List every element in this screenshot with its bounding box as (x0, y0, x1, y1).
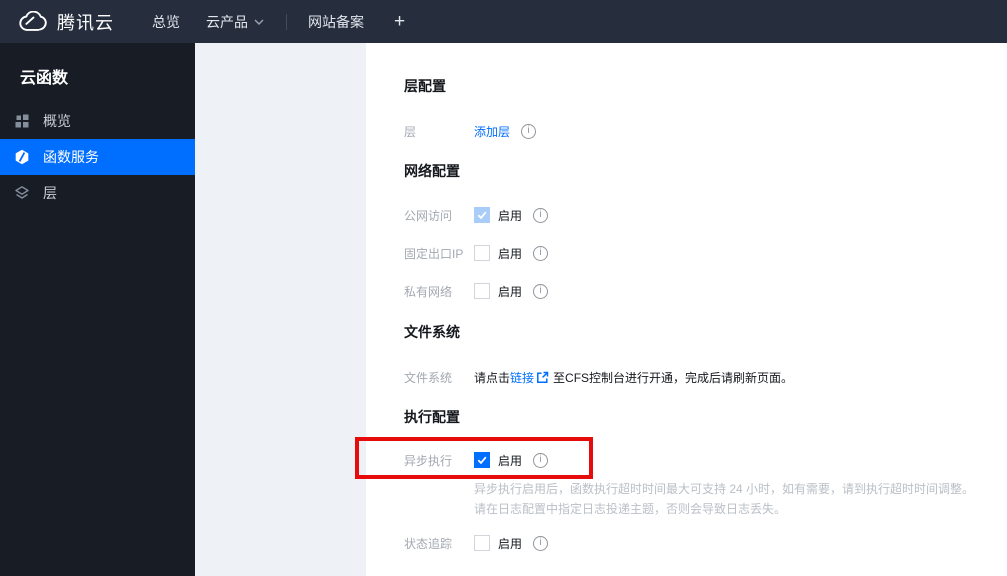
info-icon[interactable]: i (533, 245, 549, 261)
topnav-products[interactable]: 云产品 (206, 12, 264, 32)
sidebar: 云函数 概览 函数服务 层 (0, 43, 195, 576)
section-title-network-config: 网络配置 (404, 163, 460, 179)
filesystem-hint: 请点击 链接 至CFS控制台进行开通，完成后请刷新页面。 (474, 369, 793, 386)
form-row-public-access: 公网访问 启用 i (404, 205, 1007, 225)
info-icon[interactable]: i (533, 452, 549, 468)
info-icon[interactable]: i (533, 535, 549, 551)
enable-label: 启用 (498, 453, 523, 468)
row-label: 固定出口IP (404, 246, 464, 261)
help-line-2: 请在日志配置中指定日志投递主题，否则会导致日志丢失。 (474, 502, 787, 516)
external-link-icon (536, 371, 549, 384)
add-layer-link[interactable]: 添加层 (474, 123, 510, 140)
hint-text-after: 至CFS控制台进行开通，完成后请刷新页面。 (553, 370, 794, 385)
info-icon[interactable]: i (533, 207, 549, 223)
form-row-async-execution: 异步执行 启用 i (404, 450, 1007, 470)
enable-label: 启用 (498, 246, 523, 261)
grid-icon (14, 113, 30, 129)
form-row-fixed-ip: 固定出口IP 启用 i (404, 243, 1007, 263)
content-gutter (195, 43, 366, 576)
fixed-ip-checkbox[interactable] (474, 245, 490, 261)
add-tab-button[interactable]: + (394, 11, 405, 33)
enable-label: 启用 (498, 208, 523, 223)
status-trace-checkbox[interactable] (474, 535, 490, 551)
tencent-cloud-logo-icon[interactable] (18, 11, 48, 32)
form-row-filesystem: 文件系统 请点击 链接 至CFS控制台进行开通，完成后请刷新页面。 (404, 367, 1007, 387)
sidebar-item-label: 层 (43, 185, 57, 201)
sidebar-item-label: 概览 (43, 113, 71, 129)
async-execution-help: 异步执行启用后，函数执行超时时间最大可支持 24 小时，如有需要，请到执行超时时… (474, 479, 1007, 519)
function-icon (14, 149, 30, 165)
row-label: 公网访问 (404, 208, 453, 223)
sidebar-item-overview[interactable]: 概览 (0, 103, 195, 139)
sidebar-menu: 概览 函数服务 层 (0, 103, 195, 211)
layers-icon (14, 185, 30, 201)
topnav-overview[interactable]: 总览 (152, 12, 180, 32)
section-title-filesystem: 文件系统 (404, 324, 460, 340)
vpc-checkbox[interactable] (474, 283, 490, 299)
brand-title[interactable]: 腾讯云 (57, 9, 114, 35)
info-icon[interactable]: i (533, 283, 549, 299)
section-title-execution: 执行配置 (404, 409, 460, 425)
check-icon (477, 211, 487, 220)
row-label: 层 (404, 124, 417, 139)
sidebar-item-layers[interactable]: 层 (0, 175, 195, 211)
form-row-status-trace: 状态追踪 启用 i (404, 533, 1007, 553)
enable-label: 启用 (498, 536, 523, 551)
row-label: 文件系统 (404, 370, 453, 385)
row-label: 异步执行 (404, 453, 453, 468)
form-row-vpc: 私有网络 启用 i (404, 281, 1007, 301)
topbar: 腾讯云 总览 云产品 网站备案 + (0, 0, 1007, 43)
public-access-checkbox[interactable] (474, 207, 490, 223)
topbar-divider (286, 13, 287, 30)
form-row-layer: 层 添加层 i (404, 121, 1007, 141)
topnav-products-label: 云产品 (206, 13, 248, 30)
sidebar-title: 云函数 (20, 70, 69, 87)
info-icon[interactable]: i (521, 123, 537, 139)
topnav-beian[interactable]: 网站备案 (308, 12, 364, 32)
async-execution-checkbox[interactable] (474, 452, 490, 468)
row-label: 状态追踪 (404, 536, 453, 551)
cfs-link[interactable]: 链接 (510, 369, 534, 386)
help-line-1: 异步执行启用后，函数执行超时时间最大可支持 24 小时，如有需要，请到执行超时时… (474, 482, 975, 496)
check-icon (477, 456, 487, 465)
section-title-layer-config: 层配置 (404, 78, 446, 94)
row-label: 私有网络 (404, 284, 453, 299)
settings-panel: 层配置 层 添加层 i 网络配置 公网访问 启用 i 固定出口IP 启用 i 私… (366, 43, 1007, 576)
hint-text-before: 请点击 (474, 370, 511, 385)
chevron-down-icon (254, 19, 264, 25)
sidebar-item-function-service[interactable]: 函数服务 (0, 139, 195, 175)
sidebar-item-label: 函数服务 (43, 149, 99, 165)
enable-label: 启用 (498, 284, 523, 299)
